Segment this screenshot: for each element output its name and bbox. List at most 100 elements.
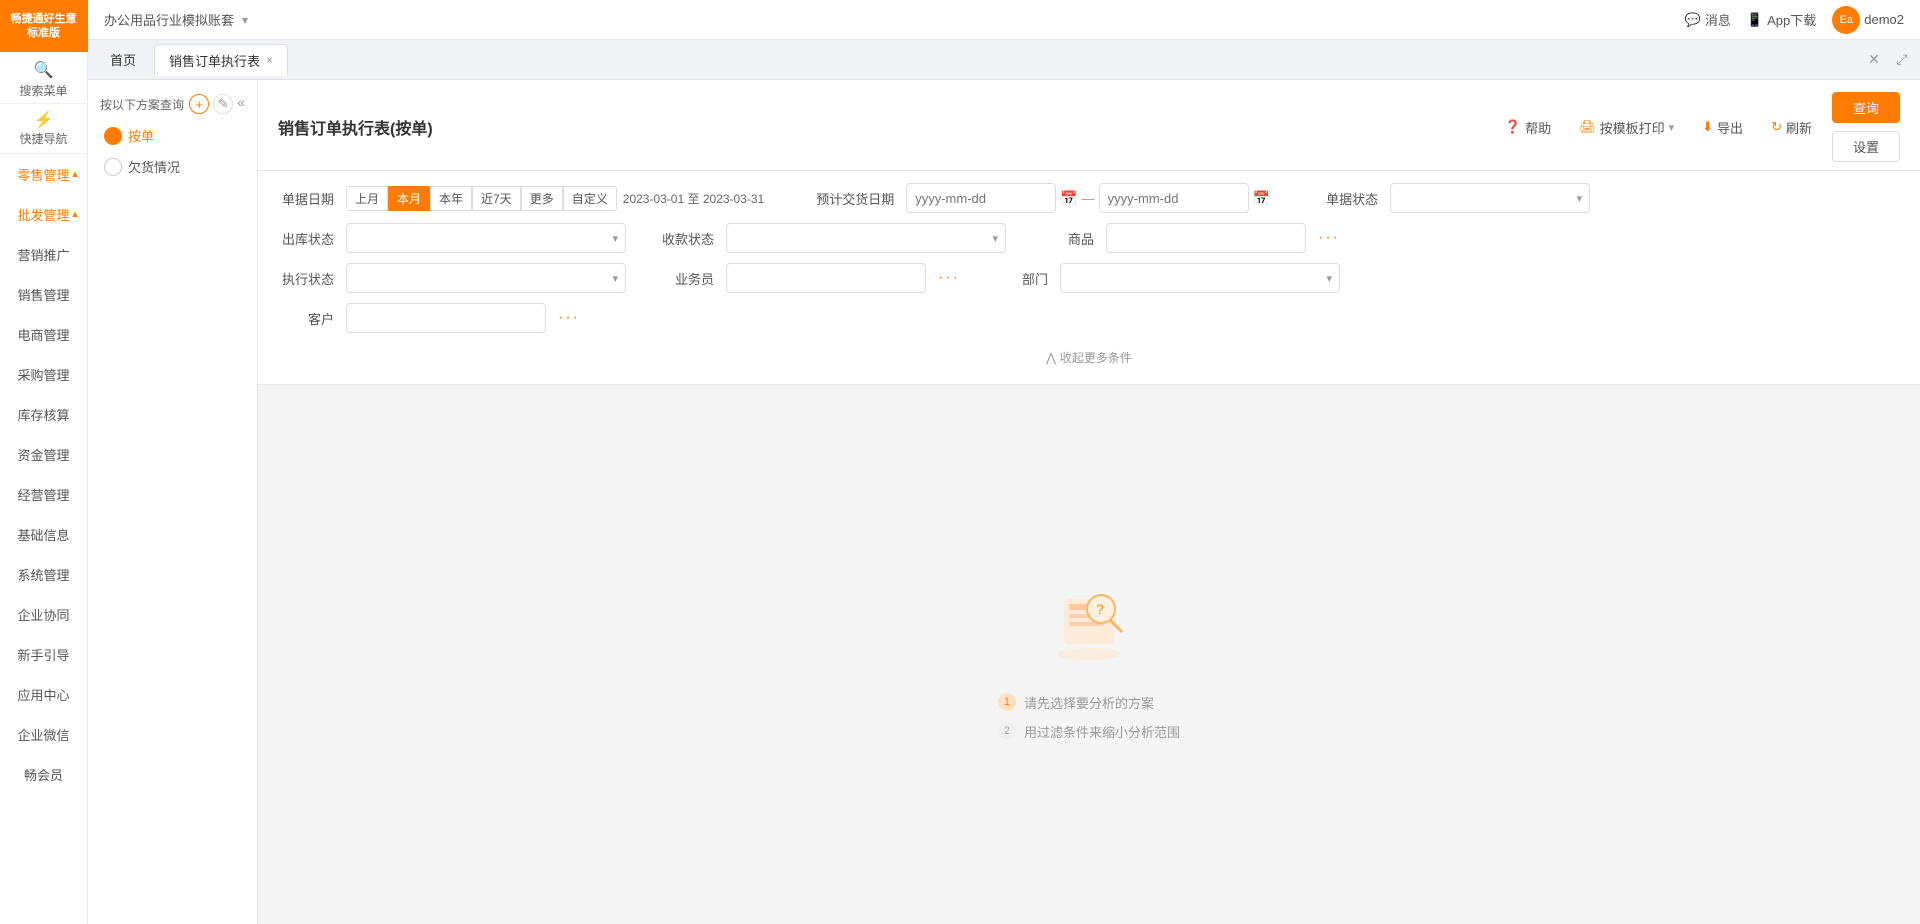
payment-status-select[interactable] (726, 223, 1006, 253)
date-group: 上月 本月 本年 近7天 更多 自定义 2023-03-01 至 2023-03… (346, 186, 764, 211)
user-menu[interactable]: Ea demo2 (1832, 6, 1904, 34)
date-tab-custom[interactable]: 自定义 (563, 186, 617, 211)
topbar: 办公用品行业模拟账套 ▾ 💬 消息 📱 App下载 Ea demo2 (88, 0, 1920, 40)
filter-panel: 单据日期 上月 本月 本年 近7天 更多 自定义 2023-03-01 至 20… (258, 171, 1920, 385)
filter-row-2: 出库状态 ▾ 收款状态 ▾ 商品 (278, 223, 1900, 253)
quick-nav[interactable]: ⚡ 快捷导航 (0, 104, 88, 154)
left-panel-add-btn[interactable]: + (189, 94, 209, 114)
date-separator: — (1082, 191, 1095, 206)
refresh-btn[interactable]: ↻ 刷新 (1763, 114, 1820, 141)
message-icon: 💬 (1685, 12, 1701, 28)
tab-home-label: 首页 (110, 50, 136, 69)
delivery-status-wrap: ▾ (346, 223, 626, 253)
user-avatar: Ea (1832, 6, 1860, 34)
refresh-label: 刷新 (1786, 118, 1812, 137)
sidebar-item-sales[interactable]: 销售管理 (0, 274, 88, 314)
sidebar-item-basics[interactable]: 基础信息 (0, 514, 88, 554)
date-start-input[interactable] (906, 183, 1056, 213)
export-label: 导出 (1717, 118, 1743, 137)
main-content: 销售订单执行表(按单) ❓ 帮助 🖨 按模板打印 ▾ ⬇ 导出 (258, 80, 1920, 924)
sidebar-item-appcenter[interactable]: 应用中心 (0, 674, 88, 714)
sidebar-item-label-wholesale: 批发管理 (17, 205, 69, 224)
lp-item-label-backorder: 欠货情况 (128, 157, 180, 176)
tab-sales-order[interactable]: 销售订单执行表 × (154, 44, 288, 76)
date-range-text: 2023-03-01 至 2023-03-31 (623, 190, 764, 207)
date-end-input[interactable] (1099, 183, 1249, 213)
sidebar-item-finance[interactable]: 资金管理 (0, 434, 88, 474)
date-tab-last-month[interactable]: 上月 (346, 186, 388, 211)
app-download-btn[interactable]: 📱 App下载 (1747, 10, 1816, 29)
date-tab-this-year[interactable]: 本年 (430, 186, 472, 211)
sidebar-item-member[interactable]: 畅会员 (0, 754, 88, 794)
customer-dots[interactable]: ··· (558, 309, 580, 327)
left-panel-collapse-btn[interactable]: « (237, 94, 245, 114)
payment-status-wrap: ▾ (726, 223, 1006, 253)
sidebar-item-label-system: 系统管理 (17, 565, 69, 584)
print-label: 按模板打印 (1600, 118, 1665, 137)
print-icon: 🖨 (1579, 119, 1596, 135)
lp-item-backorder[interactable]: 欠货情况 (88, 151, 257, 182)
sidebar-item-label-marketing: 营销推广 (17, 245, 69, 264)
salesperson-dots[interactable]: ··· (938, 269, 960, 287)
date-tab-this-month[interactable]: 本月 (388, 186, 430, 211)
exec-status-wrap: ▾ (346, 263, 626, 293)
app-logo: 畅捷通好生意 标准版 (0, 0, 88, 52)
message-btn[interactable]: 💬 消息 (1685, 10, 1731, 29)
sidebar-item-marketing[interactable]: 营销推广 (0, 234, 88, 274)
sidebar-item-label-member: 畅会员 (24, 765, 63, 784)
sidebar-item-label-finance: 资金管理 (17, 445, 69, 464)
tip-num-2: 2 (998, 722, 1016, 740)
page-title: 销售订单执行表(按单) (278, 115, 433, 139)
product-dots[interactable]: ··· (1318, 229, 1340, 247)
sidebar-item-purchase[interactable]: 采购管理 (0, 354, 88, 394)
sidebar-item-operations[interactable]: 经营管理 (0, 474, 88, 514)
dept-select[interactable] (1060, 263, 1340, 293)
sidebar-search[interactable]: 🔍 搜索菜单 (0, 52, 88, 104)
sidebar-item-label-newguide: 新手引导 (17, 645, 69, 664)
sidebar-item-system[interactable]: 系统管理 (0, 554, 88, 594)
sidebar-item-retail[interactable]: 零售管理 (0, 154, 88, 194)
customer-input[interactable] (346, 303, 546, 333)
lp-item-by-order[interactable]: 按单 (88, 120, 257, 151)
sidebar-item-ecommerce[interactable]: 电商管理 (0, 314, 88, 354)
bill-status-select[interactable] (1390, 183, 1590, 213)
date-tab-7days[interactable]: 近7天 (472, 186, 521, 211)
collapse-btn[interactable]: ⋀ 收起更多条件 (278, 343, 1900, 372)
query-button[interactable]: 查询 (1832, 92, 1900, 123)
sidebar-item-label-appcenter: 应用中心 (17, 685, 69, 704)
content-area: 按以下方案查询 + ✎ « 按单 欠货情况 销售订单执行表(按单) (88, 80, 1920, 924)
topbar-arrow-icon[interactable]: ▾ (242, 13, 248, 27)
message-label: 消息 (1705, 10, 1731, 29)
expected-date-label: 预计交货日期 (816, 189, 894, 208)
print-btn[interactable]: 🖨 按模板打印 ▾ (1571, 114, 1682, 141)
tab-close-icon[interactable]: × (266, 53, 273, 67)
sidebar-item-inventory[interactable]: 库存核算 (0, 394, 88, 434)
exec-status-select[interactable] (346, 263, 626, 293)
calendar-icon-end[interactable]: 📅 (1253, 190, 1270, 207)
help-icon: ❓ (1505, 119, 1521, 135)
lp-item-dot-backorder (104, 158, 122, 176)
salesperson-input[interactable] (726, 263, 926, 293)
product-label: 商品 (1038, 229, 1094, 248)
app-download-icon: 📱 (1747, 12, 1763, 28)
sidebar-item-wholesale[interactable]: 批发管理 (0, 194, 88, 234)
settings-button[interactable]: 设置 (1832, 131, 1900, 162)
date-tab-more[interactable]: 更多 (521, 186, 563, 211)
sidebar-item-newguide[interactable]: 新手引导 (0, 634, 88, 674)
window-maximize-btn[interactable]: ⤢ (1892, 50, 1912, 70)
left-panel: 按以下方案查询 + ✎ « 按单 欠货情况 (88, 80, 258, 924)
delivery-status-select[interactable] (346, 223, 626, 253)
help-btn[interactable]: ❓ 帮助 (1497, 114, 1559, 141)
window-controls: ✕ ⤢ (1864, 50, 1912, 70)
empty-tip-1: 1 请先选择要分析的方案 (998, 693, 1180, 712)
export-btn[interactable]: ⬇ 导出 (1694, 114, 1751, 141)
left-panel-edit-btn[interactable]: ✎ (213, 94, 233, 114)
sidebar-item-wechat[interactable]: 企业微信 (0, 714, 88, 754)
calendar-icon-start[interactable]: 📅 (1060, 190, 1077, 207)
tab-home[interactable]: 首页 (96, 44, 150, 76)
product-input[interactable] (1106, 223, 1306, 253)
topbar-title: 办公用品行业模拟账套 (104, 10, 234, 29)
left-panel-header: 按以下方案查询 + ✎ « (88, 88, 257, 120)
window-close-btn[interactable]: ✕ (1864, 50, 1884, 70)
sidebar-item-enterprise[interactable]: 企业协同 (0, 594, 88, 634)
